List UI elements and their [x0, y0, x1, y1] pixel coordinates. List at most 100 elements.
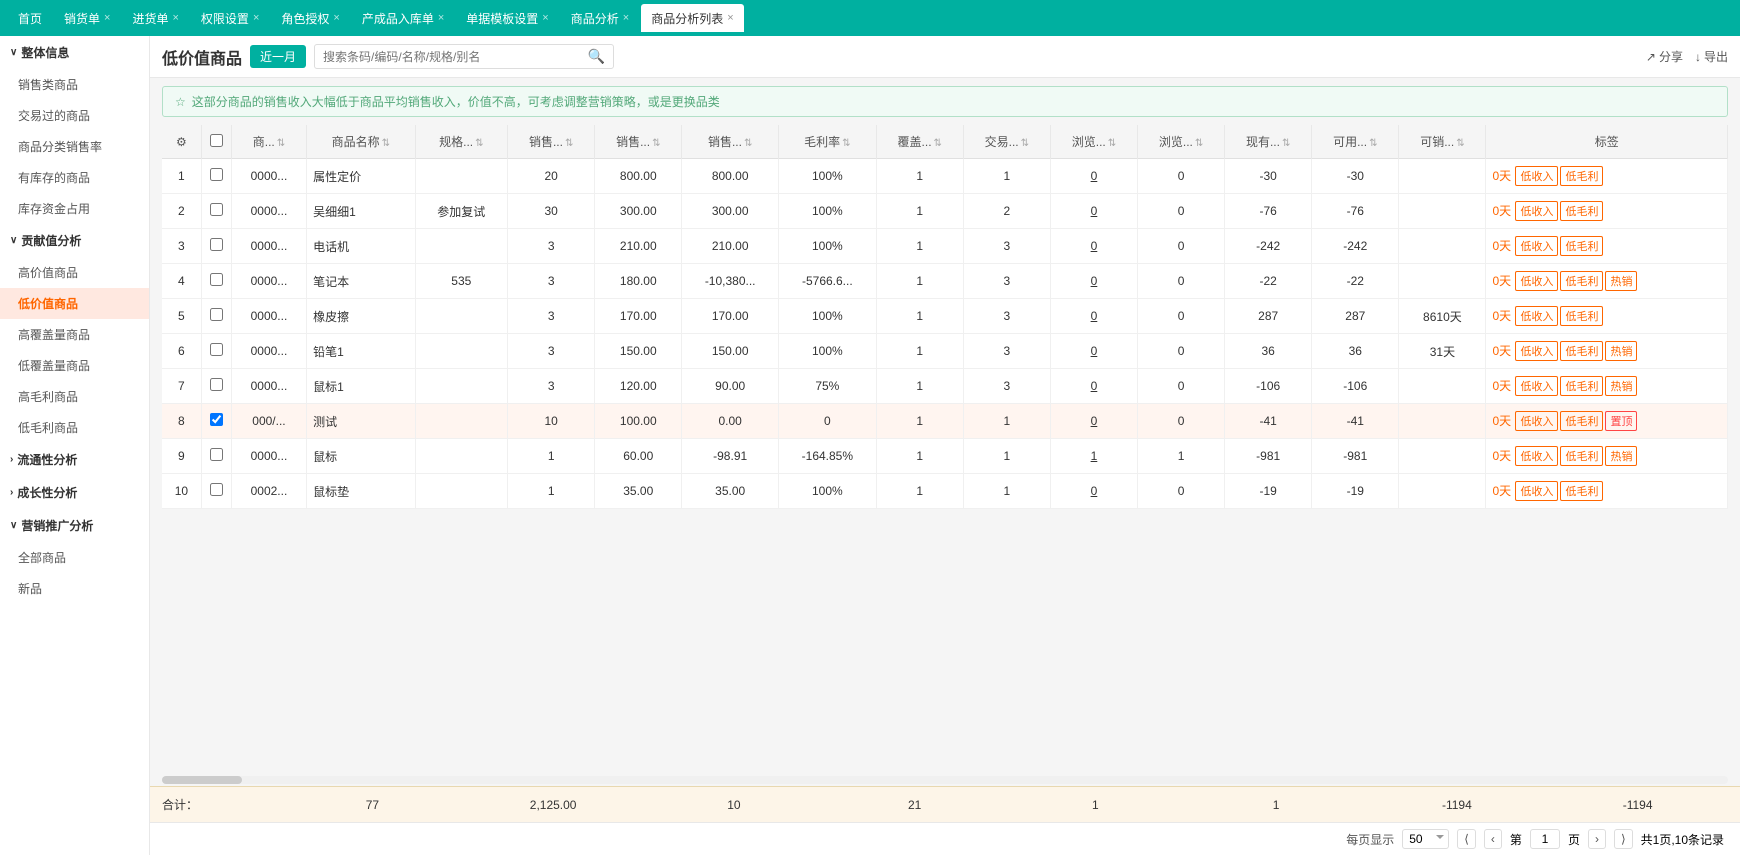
col-name[interactable]: 商品名称⇅: [307, 125, 415, 159]
sidebar-item-high-value[interactable]: 高价值商品: [0, 257, 149, 288]
cell-checkbox[interactable]: [201, 404, 231, 439]
sidebar-group-overall[interactable]: ∨ 整体信息: [0, 36, 149, 69]
nav-tab-templates[interactable]: 单据模板设置 ×: [456, 4, 558, 32]
cell-checkbox[interactable]: [201, 229, 231, 264]
cell-checkbox[interactable]: [201, 299, 231, 334]
sidebar-item-stock-capital[interactable]: 库存资金占用: [0, 193, 149, 224]
cell-checkbox[interactable]: [201, 264, 231, 299]
close-icon[interactable]: ×: [438, 12, 444, 24]
col-available-stock[interactable]: 可用...⇅: [1312, 125, 1399, 159]
sidebar-group-contribution[interactable]: ∨ 贡献值分析: [0, 224, 149, 257]
nav-tab-home[interactable]: 首页: [8, 4, 52, 32]
cell-checkbox[interactable]: [201, 159, 231, 194]
cell-views1[interactable]: 0: [1050, 334, 1137, 369]
nav-tab-sales[interactable]: 销货单 ×: [54, 4, 120, 32]
sidebar-item-low-value[interactable]: 低价值商品: [0, 288, 149, 319]
col-saleable-stock[interactable]: 可销...⇅: [1399, 125, 1486, 159]
select-all-checkbox[interactable]: [210, 134, 223, 147]
close-icon[interactable]: ×: [253, 12, 259, 24]
sidebar-item-stock-goods[interactable]: 有库存的商品: [0, 162, 149, 193]
sidebar-group-flow[interactable]: › 流通性分析: [0, 443, 149, 476]
cell-checkbox[interactable]: [201, 334, 231, 369]
first-page-button[interactable]: ⟨: [1457, 829, 1476, 849]
sidebar-item-high-coverage[interactable]: 高覆盖量商品: [0, 319, 149, 350]
row-checkbox[interactable]: [210, 483, 223, 496]
filter-recent-month-button[interactable]: 近一月: [250, 45, 306, 68]
cell-views1[interactable]: 0: [1050, 299, 1137, 334]
col-spec[interactable]: 规格...⇅: [415, 125, 508, 159]
sidebar-item-all-goods[interactable]: 全部商品: [0, 542, 149, 573]
views1-link[interactable]: 0: [1091, 309, 1098, 323]
col-views1[interactable]: 浏览...⇅: [1050, 125, 1137, 159]
cell-views1[interactable]: 0: [1050, 474, 1137, 509]
cell-checkbox[interactable]: [201, 194, 231, 229]
col-sale-amount[interactable]: 销售...⇅: [682, 125, 779, 159]
col-sale-qty[interactable]: 销售...⇅: [508, 125, 595, 159]
col-views2[interactable]: 浏览...⇅: [1138, 125, 1225, 159]
export-button[interactable]: ↓ 导出: [1695, 48, 1728, 65]
nav-tab-products[interactable]: 产成品入库单 ×: [352, 4, 454, 32]
row-checkbox[interactable]: [210, 308, 223, 321]
close-icon[interactable]: ×: [623, 12, 629, 24]
nav-tab-permissions[interactable]: 权限设置 ×: [191, 4, 269, 32]
views1-link[interactable]: 0: [1091, 169, 1098, 183]
col-current-stock[interactable]: 现有...⇅: [1225, 125, 1312, 159]
sidebar-item-low-coverage[interactable]: 低覆盖量商品: [0, 350, 149, 381]
cell-views1[interactable]: 0: [1050, 159, 1137, 194]
col-coverage[interactable]: 覆盖...⇅: [876, 125, 963, 159]
horizontal-scrollbar[interactable]: [162, 776, 1728, 784]
nav-tab-goods-list[interactable]: 商品分析列表 ×: [641, 4, 743, 32]
next-page-button[interactable]: ›: [1588, 829, 1606, 849]
nav-tab-roles[interactable]: 角色授权 ×: [271, 4, 349, 32]
col-transactions[interactable]: 交易...⇅: [963, 125, 1050, 159]
views1-link[interactable]: 0: [1091, 239, 1098, 253]
sidebar-item-high-margin[interactable]: 高毛利商品: [0, 381, 149, 412]
sidebar-group-growth[interactable]: › 成长性分析: [0, 476, 149, 509]
views1-link[interactable]: 0: [1091, 204, 1098, 218]
sidebar-item-sales-goods[interactable]: 销售类商品: [0, 69, 149, 100]
row-checkbox[interactable]: [210, 203, 223, 216]
cell-views1[interactable]: 0: [1050, 404, 1137, 439]
cell-views1[interactable]: 0: [1050, 264, 1137, 299]
views1-link[interactable]: 0: [1091, 414, 1098, 428]
views1-link[interactable]: 0: [1091, 274, 1098, 288]
col-checkbox[interactable]: [201, 125, 231, 159]
sidebar-item-new-goods[interactable]: 新品: [0, 573, 149, 604]
row-checkbox[interactable]: [210, 273, 223, 286]
last-page-button[interactable]: ⟩: [1614, 829, 1633, 849]
close-icon[interactable]: ×: [727, 12, 733, 24]
col-sale-price[interactable]: 销售...⇅: [595, 125, 682, 159]
cell-checkbox[interactable]: [201, 369, 231, 404]
cell-views1[interactable]: 0: [1050, 229, 1137, 264]
row-checkbox[interactable]: [210, 413, 223, 426]
cell-views1[interactable]: 0: [1050, 369, 1137, 404]
search-input[interactable]: [323, 50, 584, 64]
sidebar-item-traded-goods[interactable]: 交易过的商品: [0, 100, 149, 131]
cell-checkbox[interactable]: [201, 474, 231, 509]
views1-link[interactable]: 0: [1091, 379, 1098, 393]
cell-views1[interactable]: 0: [1050, 194, 1137, 229]
close-icon[interactable]: ×: [104, 12, 110, 24]
close-icon[interactable]: ×: [172, 12, 178, 24]
sidebar-item-low-margin[interactable]: 低毛利商品: [0, 412, 149, 443]
nav-tab-goods-analysis[interactable]: 商品分析 ×: [561, 4, 639, 32]
row-checkbox[interactable]: [210, 238, 223, 251]
cell-checkbox[interactable]: [201, 439, 231, 474]
col-gross-margin[interactable]: 毛利率⇅: [779, 125, 877, 159]
page-size-select[interactable]: 50 20 100: [1402, 829, 1449, 849]
share-button[interactable]: ↗ 分享: [1646, 48, 1683, 65]
col-settings[interactable]: ⚙: [162, 125, 201, 159]
views1-link[interactable]: 0: [1091, 484, 1098, 498]
row-checkbox[interactable]: [210, 168, 223, 181]
close-icon[interactable]: ×: [333, 12, 339, 24]
prev-page-button[interactable]: ‹: [1484, 829, 1502, 849]
views1-link[interactable]: 1: [1091, 449, 1098, 463]
scrollbar-thumb[interactable]: [162, 776, 242, 784]
row-checkbox[interactable]: [210, 448, 223, 461]
row-checkbox[interactable]: [210, 378, 223, 391]
sidebar-item-category-rate[interactable]: 商品分类销售率: [0, 131, 149, 162]
close-icon[interactable]: ×: [542, 12, 548, 24]
page-number-input[interactable]: [1530, 829, 1560, 849]
sidebar-group-marketing[interactable]: ∨ 营销推广分析: [0, 509, 149, 542]
col-code[interactable]: 商...⇅: [231, 125, 306, 159]
